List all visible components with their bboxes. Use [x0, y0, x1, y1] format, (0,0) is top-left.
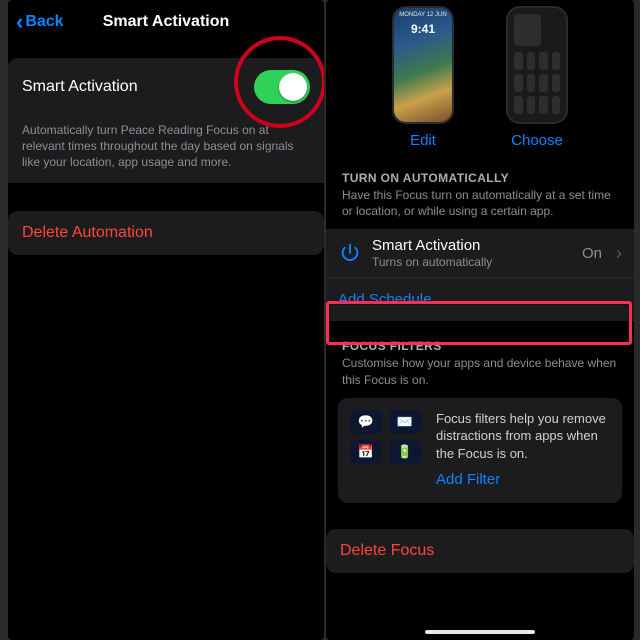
focus-filters-card: 💬 ✉️ 📅 🔋 Focus filters help you remove d… [338, 398, 622, 503]
smart-activation-description: Automatically turn Peace Reading Focus o… [8, 116, 324, 183]
mail-icon: ✉️ [389, 410, 421, 434]
back-label: Back [25, 13, 63, 31]
chevron-left-icon: ‹ [16, 11, 23, 33]
smart-activation-item[interactable]: Smart Activation Turns on automatically … [326, 229, 634, 277]
toggle-knob [279, 73, 307, 101]
battery-icon: 🔋 [389, 440, 421, 464]
auto-list: Smart Activation Turns on automatically … [326, 229, 634, 321]
phone-homescreen-icon [506, 6, 568, 124]
home-indicator[interactable] [425, 630, 535, 634]
delete-focus-button[interactable]: Delete Focus [326, 529, 634, 573]
back-button[interactable]: ‹ Back [16, 0, 64, 44]
focus-filters-body: Focus filters help you remove distractio… [436, 411, 606, 461]
delete-automation-button[interactable]: Delete Automation [8, 211, 324, 255]
messages-icon: 💬 [350, 410, 382, 434]
add-schedule-button[interactable]: Add Schedule [326, 277, 634, 321]
choose-label: Choose [511, 132, 563, 149]
navbar: ‹ Back Smart Activation [8, 0, 324, 44]
lockscreen-preview[interactable]: MONDAY 12 JUN 9:41 Edit [384, 6, 462, 149]
pane-smart-activation: ‹ Back Smart Activation Smart Activation… [8, 0, 324, 640]
smart-activation-toggle[interactable] [254, 70, 310, 104]
pane-focus-settings: MONDAY 12 JUN 9:41 Edit Choose TURN O [326, 0, 634, 640]
phone-lockscreen-icon: MONDAY 12 JUN 9:41 [392, 6, 454, 124]
smart-activation-value: On [582, 245, 602, 262]
smart-activation-row: Smart Activation [8, 58, 324, 116]
add-filter-button[interactable]: Add Filter [436, 470, 610, 490]
edit-label: Edit [410, 132, 436, 149]
filters-section-header: FOCUS FILTERS Customise how your apps an… [326, 321, 634, 389]
screen-previews: MONDAY 12 JUN 9:41 Edit Choose [326, 0, 634, 153]
filter-app-icons: 💬 ✉️ 📅 🔋 [350, 410, 422, 464]
chevron-right-icon: › [616, 243, 622, 264]
calendar-icon: 📅 [350, 440, 382, 464]
homescreen-preview[interactable]: Choose [498, 6, 576, 149]
power-icon [338, 241, 362, 265]
page-title: Smart Activation [103, 13, 230, 31]
auto-section-header: TURN ON AUTOMATICALLY Have this Focus tu… [326, 153, 634, 221]
smart-activation-label: Smart Activation [22, 78, 138, 96]
